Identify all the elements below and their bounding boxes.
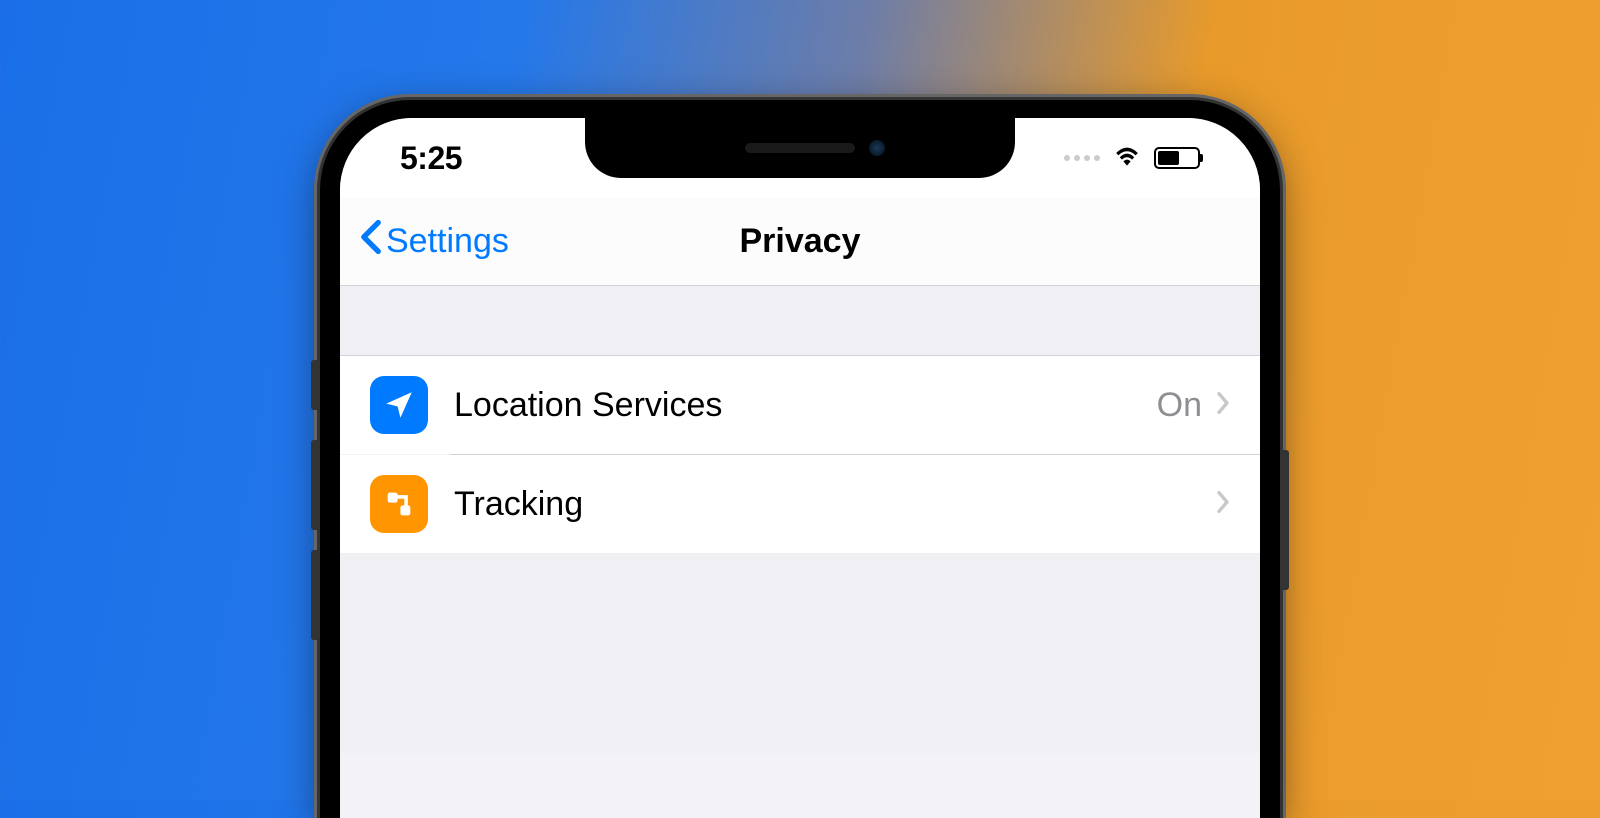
row-label: Tracking [454,485,1202,524]
mute-switch [311,360,317,410]
row-tracking[interactable]: Tracking [340,455,1260,553]
back-button[interactable]: Settings [360,219,509,264]
chevron-right-icon [1216,391,1230,420]
chevron-right-icon [1216,490,1230,519]
screen: 5:25 [340,118,1260,818]
tracking-icon [370,475,428,533]
recording-indicator-dots [1064,155,1100,161]
speaker-grille [745,143,855,153]
volume-down-button [311,550,317,640]
chevron-left-icon [360,219,382,264]
navigation-bar: Settings Privacy [340,198,1260,286]
section-spacer [340,553,1260,753]
status-right [1064,144,1200,173]
row-location-services[interactable]: Location Services On [340,356,1260,454]
notch [585,118,1015,178]
wifi-icon [1112,144,1142,173]
phone-mockup: 5:25 [320,100,1280,818]
location-arrow-icon [370,376,428,434]
front-camera [869,140,885,156]
page-title: Privacy [740,222,861,261]
status-time: 5:25 [400,140,462,177]
battery-icon [1154,147,1200,169]
section-spacer [340,286,1260,356]
power-button [1283,450,1289,590]
volume-up-button [311,440,317,530]
back-label: Settings [386,222,509,261]
row-label: Location Services [454,386,1157,425]
row-value: On [1157,386,1202,425]
phone-frame: 5:25 [320,100,1280,818]
